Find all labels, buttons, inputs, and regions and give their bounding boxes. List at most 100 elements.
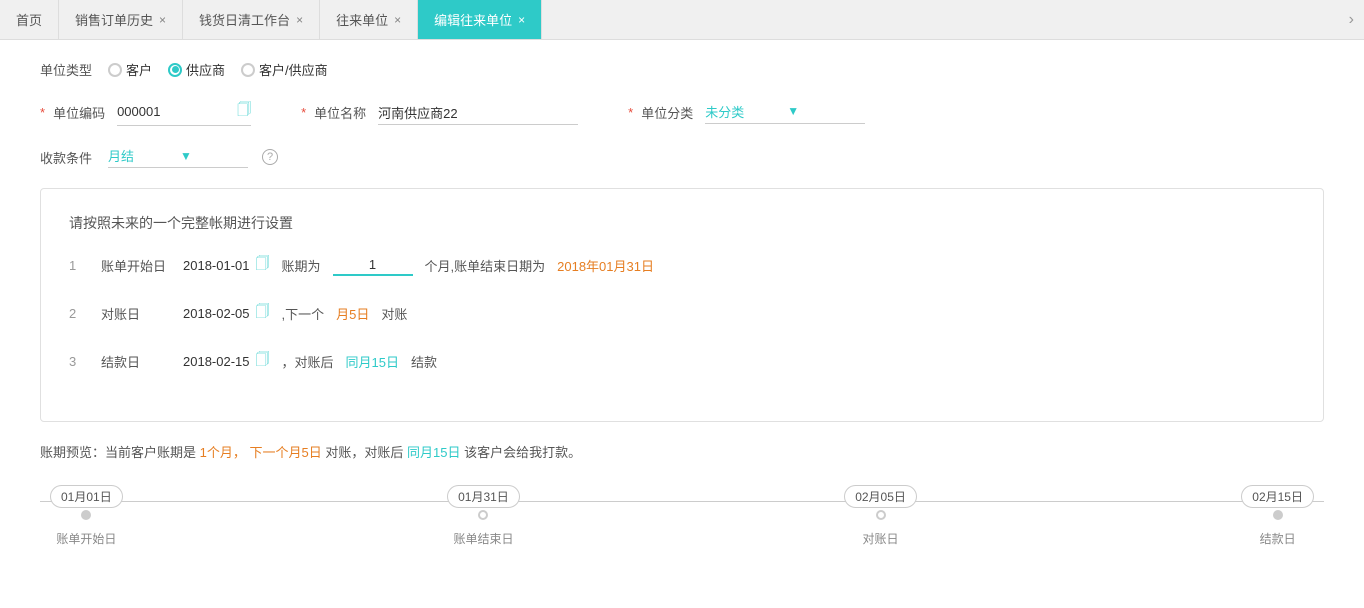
unit-name-star: *	[301, 105, 306, 120]
radio-group-unit-type: 客户 供应商 客户/供应商	[108, 60, 328, 79]
timeline-dot-3	[876, 510, 886, 520]
timeline-point-4: 02月15日 结款日	[1241, 485, 1314, 547]
tab-home[interactable]: 首页	[0, 0, 59, 39]
unit-name-group: * 单位名称	[301, 101, 578, 125]
unit-code-star: *	[40, 105, 45, 120]
unit-class-star: *	[628, 105, 633, 120]
row-num-2: 2	[69, 306, 89, 321]
preview-section: 账期预览：当前客户账期是 1个月， 下一个月5日 对账，对账后 同月15日 该客…	[40, 442, 1324, 461]
unit-class-dropdown[interactable]: 未分类 ▼	[705, 102, 865, 124]
row-num-3: 3	[69, 354, 89, 369]
radio-circle-both	[241, 63, 255, 77]
settings-section: 请按照未来的一个完整帐期进行设置 1 账单开始日 2018-01-01 🗍 账期…	[40, 188, 1324, 422]
radio-both[interactable]: 客户/供应商	[241, 60, 328, 79]
radio-customer-label: 客户	[126, 60, 152, 79]
bill-start-cal-icon[interactable]: 🗍	[256, 253, 270, 277]
row-label-2: 对账日	[101, 304, 171, 323]
payment-desc-pre: ，对账后	[282, 352, 334, 371]
reconcile-date-value: 2018-02-05	[183, 306, 250, 321]
reconcile-desc-post: 对账	[381, 304, 407, 323]
payment-terms-label: 收款条件	[40, 148, 92, 167]
radio-circle-customer	[108, 63, 122, 77]
timeline-badge-1: 01月01日	[50, 485, 123, 508]
bill-start-row: 1 账单开始日 2018-01-01 🗍 账期为 个月,账单结束日期为 2018…	[69, 253, 1295, 277]
reconcile-desc-highlight: 月5日	[336, 304, 369, 323]
period-unit-text: 个月,账单结束日期为	[425, 256, 546, 275]
payment-terms-arrow-icon: ▼	[180, 149, 248, 163]
timeline-dot-4	[1273, 510, 1283, 520]
tab-sales-history[interactable]: 销售订单历史 ×	[59, 0, 183, 39]
timeline-dot-1	[81, 510, 91, 520]
tab-cash-work[interactable]: 钱货日清工作台 ×	[183, 0, 320, 39]
unit-class-value: 未分类	[705, 102, 783, 121]
preview-part1: 1个月，	[200, 445, 246, 460]
payment-desc-highlight: 同月15日	[346, 352, 399, 371]
timeline: 01月01日 账单开始日 01月31日 账单结束日 02月05日 对账日 02月…	[40, 485, 1324, 547]
unit-type-row: 单位类型 客户 供应商 客户/供应商	[40, 60, 1324, 79]
period-end-date: 2018年01月31日	[557, 256, 654, 275]
reconcile-row: 2 对账日 2018-02-05 🗍 ,下一个 月5日 对账	[69, 301, 1295, 325]
preview-part5: 该客户会给我打款。	[464, 445, 581, 460]
tab-edit-partner[interactable]: 编辑往来单位 ×	[418, 0, 542, 39]
preview-part4: 同月15日	[407, 445, 460, 460]
main-content: 单位类型 客户 供应商 客户/供应商 * 单位编码 🗍	[0, 40, 1364, 608]
unit-name-label: 单位名称	[314, 103, 366, 122]
tab-scroll-right[interactable]: ›	[1339, 11, 1364, 29]
timeline-point-1: 01月01日 账单开始日	[50, 485, 123, 547]
preview-label: 账期预览：当前客户账期是	[40, 445, 196, 460]
tab-partner-list[interactable]: 往来单位 ×	[320, 0, 418, 39]
payment-date-value: 2018-02-15	[183, 354, 250, 369]
bill-start-date-value: 2018-01-01	[183, 258, 250, 273]
payment-date-wrap: 2018-02-15 🗍	[183, 349, 270, 373]
payment-terms-dropdown[interactable]: 月结 ▼	[108, 146, 248, 168]
timeline-sublabel-4: 结款日	[1260, 530, 1296, 547]
tab-edit-partner-close[interactable]: ×	[518, 13, 525, 27]
radio-circle-supplier	[168, 63, 182, 77]
unit-class-group: * 单位分类 未分类 ▼	[628, 102, 865, 124]
preview-part3: 对账，对账后	[325, 445, 403, 460]
reconcile-date-wrap: 2018-02-05 🗍	[183, 301, 270, 325]
timeline-dot-2	[478, 510, 488, 520]
radio-supplier-label: 供应商	[186, 60, 225, 79]
unit-code-icon[interactable]: 🗍	[237, 99, 251, 123]
timeline-badge-4: 02月15日	[1241, 485, 1314, 508]
period-input[interactable]	[333, 255, 413, 276]
reconcile-cal-icon[interactable]: 🗍	[256, 301, 270, 325]
tab-partner-list-close[interactable]: ×	[394, 13, 401, 27]
payment-terms-value: 月结	[108, 146, 176, 165]
period-label: 账期为	[282, 256, 321, 275]
payment-desc-post: 结款	[411, 352, 437, 371]
timeline-point-2: 01月31日 账单结束日	[447, 485, 520, 547]
row-label-3: 结款日	[101, 352, 171, 371]
timeline-points: 01月01日 账单开始日 01月31日 账单结束日 02月05日 对账日 02月…	[50, 485, 1314, 547]
section-title: 请按照未来的一个完整帐期进行设置	[69, 213, 1295, 233]
radio-customer[interactable]: 客户	[108, 60, 152, 79]
tab-cash-work-label: 钱货日清工作台	[199, 10, 290, 29]
tab-sales-history-label: 销售订单历史	[75, 10, 153, 29]
bill-start-date-wrap: 2018-01-01 🗍	[183, 253, 270, 277]
row-label-1: 账单开始日	[101, 256, 171, 275]
timeline-sublabel-3: 对账日	[863, 530, 899, 547]
unit-name-input[interactable]	[378, 101, 578, 125]
tab-cash-work-close[interactable]: ×	[296, 13, 303, 27]
unit-class-arrow-icon: ▼	[787, 104, 865, 118]
unit-class-label: 单位分类	[641, 103, 693, 122]
timeline-point-3: 02月05日 对账日	[844, 485, 917, 547]
unit-code-input[interactable]	[117, 100, 237, 123]
tab-sales-history-close[interactable]: ×	[159, 13, 166, 27]
unit-code-group: * 单位编码 🗍	[40, 99, 251, 126]
tab-bar: 首页 销售订单历史 × 钱货日清工作台 × 往来单位 × 编辑往来单位 × ›	[0, 0, 1364, 40]
timeline-sublabel-1: 账单开始日	[56, 530, 116, 547]
radio-supplier[interactable]: 供应商	[168, 60, 225, 79]
row-num-1: 1	[69, 258, 89, 273]
timeline-sublabel-2: 账单结束日	[453, 530, 513, 547]
unit-code-label: 单位编码	[53, 103, 105, 122]
payment-date-row: 3 结款日 2018-02-15 🗍 ，对账后 同月15日 结款	[69, 349, 1295, 373]
timeline-badge-2: 01月31日	[447, 485, 520, 508]
unit-code-input-wrapper: 🗍	[117, 99, 251, 126]
payment-cal-icon[interactable]: 🗍	[256, 349, 270, 373]
tab-edit-partner-label: 编辑往来单位	[434, 10, 512, 29]
reconcile-desc-pre: ,下一个	[282, 304, 325, 323]
payment-terms-help-icon[interactable]: ?	[262, 149, 278, 165]
preview-part2: 下一个月5日	[250, 445, 322, 460]
